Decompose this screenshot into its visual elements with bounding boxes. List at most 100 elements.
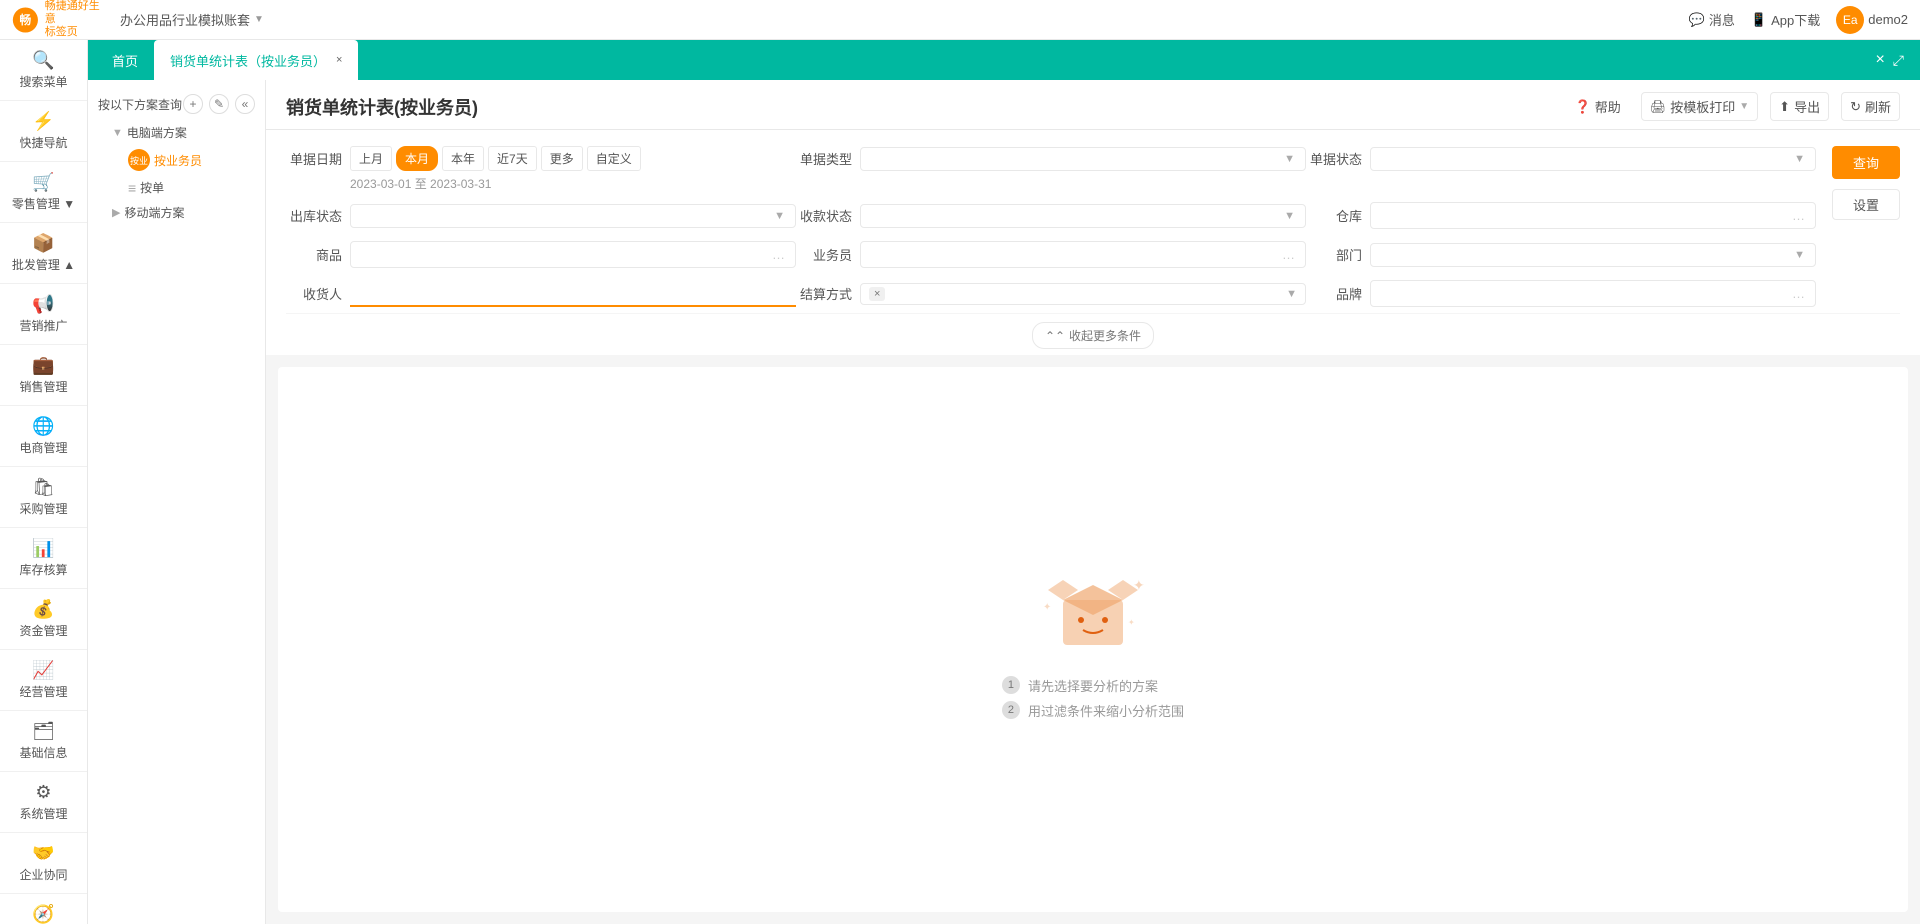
salesman-select[interactable]: … [860, 241, 1306, 268]
consignee-input[interactable] [350, 280, 796, 307]
app-download-icon: 📱 [1751, 12, 1767, 28]
tab-close-btn[interactable]: × [336, 54, 342, 66]
sidebar-label-search: 搜索菜单 [4, 73, 83, 90]
payment-tag-input[interactable]: × ▼ [860, 283, 1306, 305]
cooperation-icon: 🤝 [4, 843, 83, 864]
warehouse-select[interactable]: … [1370, 202, 1816, 229]
filter-date-cell: 单据日期 上月 本月 本年 近7天 更多 自定义 [286, 140, 796, 177]
filter-row-3: 商品 … 业务员 [286, 235, 1816, 274]
maximize-icon[interactable]: ⤢ [1893, 52, 1904, 69]
collapse-more-btn[interactable]: ⌃⌃ 收起更多条件 [1032, 322, 1154, 349]
payment-chevron: ▼ [1286, 288, 1297, 300]
tree-item-by-order[interactable]: ≡ 按单 [88, 175, 265, 200]
sidebar-item-basic[interactable]: 🗂 基础信息 [0, 711, 87, 772]
filter-row-4: 收货人 结算方式 [286, 274, 1816, 313]
sidebar-item-finance[interactable]: 💰 资金管理 [0, 589, 87, 650]
tree-group-desktop-label: 电脑端方案 [127, 124, 187, 141]
filter-row-2: 出库状态 ▼ [286, 196, 1816, 235]
sidebar-label-purchase: 采购管理 [4, 500, 83, 517]
collapse-panel-btn[interactable]: « [235, 94, 255, 114]
sidebar-item-inventory[interactable]: 📊 库存核算 [0, 528, 87, 589]
date-range-value: 2023-03-01 至 2023-03-31 [350, 177, 491, 191]
add-scheme-btn[interactable]: + [183, 94, 203, 114]
sidebar-item-cooperation[interactable]: 🤝 企业协同 [0, 833, 87, 894]
date-btn-custom[interactable]: 自定义 [587, 146, 641, 171]
query-btn[interactable]: 查询 [1832, 146, 1900, 179]
svg-text:畅: 畅 [20, 13, 32, 27]
settings-btn[interactable]: 设置 [1832, 189, 1900, 220]
tree-item-by-salesman[interactable]: 按业 按业务员 [88, 145, 265, 175]
doctype-select[interactable]: ▼ [860, 147, 1306, 171]
payment-label: 结算方式 [796, 284, 852, 303]
finance-icon: 💰 [4, 599, 83, 620]
close-window-icon[interactable]: × [1875, 51, 1884, 69]
export-btn[interactable]: ⬆ 导出 [1770, 92, 1829, 121]
sidebar-item-marketing[interactable]: 📢 营销推广 [0, 284, 87, 345]
help-btn[interactable]: ❓ 帮助 [1567, 93, 1629, 120]
user-menu-btn[interactable]: Ea demo2 [1836, 6, 1908, 34]
date-btn-this-month[interactable]: 本月 [396, 146, 438, 171]
collapse-label: 收起更多条件 [1069, 327, 1141, 344]
help-icon: ❓ [1575, 99, 1591, 115]
empty-state: ✦ ✦ ✦ 1 请先选择要分析的方案 2 [278, 367, 1908, 912]
top-bar: 畅 畅捷通好生意 标签页 办公用品行业模拟账套 ▼ 💬 消息 📱 App下载 E… [0, 0, 1920, 40]
docstatus-select[interactable]: ▼ [1370, 147, 1816, 171]
wholesale-icon: 📦 [4, 233, 83, 254]
collapse-icon: ⌃⌃ [1045, 329, 1065, 343]
date-btn-7days[interactable]: 近7天 [488, 146, 537, 171]
tree-group-desktop[interactable]: ▼ 电脑端方案 [88, 120, 265, 145]
sidebar-item-ecom[interactable]: 🌐 电商管理 [0, 406, 87, 467]
sidebar-item-sales[interactable]: 💼 销售管理 [0, 345, 87, 406]
inventory-icon: 📊 [4, 538, 83, 559]
date-btn-this-year[interactable]: 本年 [442, 146, 484, 171]
tip-text-2: 用过滤条件来缩小分析范围 [1028, 701, 1184, 720]
tree-group-mobile-label: 移动端方案 [124, 204, 184, 221]
brand-select[interactable]: … [1370, 280, 1816, 307]
date-btn-last-month[interactable]: 上月 [350, 146, 392, 171]
edit-scheme-btn[interactable]: ✎ [209, 94, 229, 114]
sidebar-item-retail[interactable]: 🛒 零售管理 ▼ [0, 162, 87, 223]
left-panel: 按以下方案查询 + ✎ « ▼ 电脑端方案 [88, 80, 266, 924]
date-control: 上月 本月 本年 近7天 更多 自定义 [350, 146, 796, 171]
goods-dots: … [772, 247, 785, 262]
newguide-icon: 🧭 [4, 904, 83, 924]
sidebar-item-system[interactable]: ⚙ 系统管理 [0, 772, 87, 833]
app-download-btn[interactable]: 📱 App下载 [1751, 10, 1820, 29]
warehouse-label: 仓库 [1306, 206, 1362, 225]
dept-select[interactable]: ▼ [1370, 243, 1816, 267]
app-download-label: App下载 [1771, 10, 1820, 29]
refresh-btn[interactable]: ↻ 刷新 [1841, 92, 1900, 121]
print-btn[interactable]: 🖨 按模板打印 ▼ [1641, 92, 1758, 121]
sidebar-item-purchase[interactable]: 🛍 采购管理 [0, 467, 87, 528]
sidebar-label-inventory: 库存核算 [4, 561, 83, 578]
doctype-control: ▼ [860, 147, 1306, 171]
app-selector[interactable]: 办公用品行业模拟账套 ▼ [108, 10, 1681, 29]
sidebar-item-wholesale[interactable]: 📦 批发管理 ▲ [0, 223, 87, 284]
sidebar-item-biz[interactable]: 📈 经营管理 [0, 650, 87, 711]
sidebar-item-search[interactable]: 🔍 搜索菜单 [0, 40, 87, 101]
tree-group-mobile[interactable]: ▶ 移动端方案 [88, 200, 265, 225]
docstatus-control: ▼ [1370, 147, 1816, 171]
sidebar-item-newguide[interactable]: 🧭 新手引导 [0, 894, 87, 924]
receiptstatus-select[interactable]: ▼ [860, 204, 1306, 228]
sidebar-item-quicknav[interactable]: ⚡ 快捷导航 [0, 101, 87, 162]
empty-svg: ✦ ✦ ✦ [1033, 560, 1153, 660]
goods-select[interactable]: … [350, 241, 796, 268]
tab-sales-stat[interactable]: 销货单统计表（按业务员） × [154, 40, 358, 80]
receiptstatus-chevron: ▼ [1284, 210, 1295, 222]
empty-tips: 1 请先选择要分析的方案 2 用过滤条件来缩小分析范围 [1002, 676, 1184, 720]
filter-warehouse-cell: 仓库 … [1306, 196, 1816, 235]
app-name: 办公用品行业模拟账套 [120, 10, 250, 29]
filter-salesman-cell: 业务员 … [796, 235, 1306, 274]
tree-badge-salesman: 按业 [128, 149, 150, 171]
tree-expand-icon: ▼ [112, 127, 123, 139]
date-btn-more[interactable]: 更多 [541, 146, 583, 171]
empty-tip-1: 1 请先选择要分析的方案 [1002, 676, 1184, 695]
doctype-chevron: ▼ [1284, 153, 1295, 165]
tab-home[interactable]: 首页 [96, 40, 154, 80]
receiptstatus-label: 收款状态 [796, 206, 852, 225]
payment-close-tag[interactable]: × [869, 287, 885, 301]
filter-row-1: 单据日期 上月 本月 本年 近7天 更多 自定义 [286, 140, 1816, 177]
outstatus-select[interactable]: ▼ [350, 204, 796, 228]
message-btn[interactable]: 💬 消息 [1689, 10, 1735, 29]
